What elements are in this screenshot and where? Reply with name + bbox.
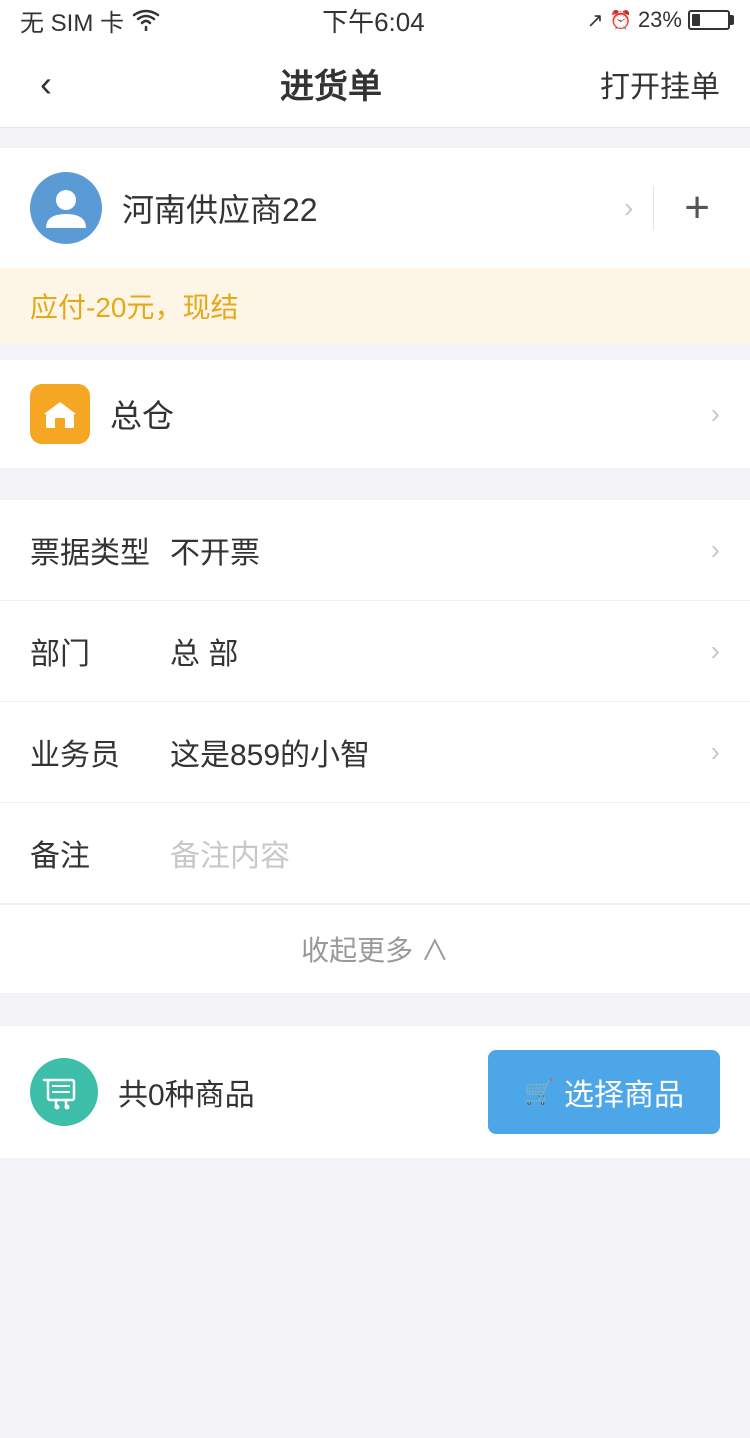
battery-indicator: [688, 10, 730, 30]
row-separator-2: [0, 468, 750, 484]
form-section: 票据类型 不开票 › 部门 总 部 › 业务员 这是859的小智 › 备注 备注…: [0, 500, 750, 993]
warehouse-row[interactable]: 总仓 ›: [0, 360, 750, 468]
salesperson-value: 这是859的小智: [170, 730, 711, 774]
salesperson-label: 业务员: [30, 730, 170, 774]
row-separator-3: [0, 993, 750, 1009]
warehouse-icon-wrap: [30, 384, 90, 444]
collapse-row[interactable]: 收起更多 ∧: [0, 904, 750, 993]
row-separator-1: [0, 344, 750, 360]
gray-fill-area: [0, 1158, 750, 1438]
back-button[interactable]: ‹: [30, 53, 62, 115]
warehouse-label: 总仓: [110, 391, 711, 437]
nav-bar: ‹ 进货单 打开挂单: [0, 40, 750, 128]
open-pending-button[interactable]: 打开挂单: [600, 62, 720, 106]
person-icon: [42, 184, 90, 232]
invoice-type-label: 票据类型: [30, 528, 170, 572]
supplier-chevron-icon: ›: [624, 192, 633, 224]
status-bar-left: 无 SIM 卡: [20, 3, 160, 38]
page-title: 进货单: [280, 59, 382, 108]
supplier-row[interactable]: 河南供应商22 › +: [0, 148, 750, 268]
product-count-label: 共0种商品: [118, 1070, 488, 1114]
supplier-avatar: [30, 172, 102, 244]
battery-percent: 23%: [638, 7, 682, 33]
salesperson-chevron-icon: ›: [711, 736, 720, 768]
department-label: 部门: [30, 629, 170, 673]
alarm-icon: ⏰: [610, 10, 632, 31]
status-bar: 无 SIM 卡 下午6:04 ↗ ⏰ 23%: [0, 0, 750, 40]
select-btn-label: 选择商品: [564, 1070, 684, 1114]
top-divider: [0, 128, 750, 148]
select-btn-icon: 🛒: [524, 1078, 554, 1107]
status-time: 下午6:04: [322, 2, 425, 39]
carrier-label: 无 SIM 卡: [20, 3, 124, 38]
department-chevron-icon: ›: [711, 635, 720, 667]
cart-icon: [42, 1070, 86, 1114]
remark-row[interactable]: 备注 备注内容: [0, 803, 750, 904]
status-bar-right: ↗ ⏰ 23%: [587, 7, 730, 33]
location-icon: ↗: [587, 8, 604, 33]
add-supplier-button[interactable]: +: [674, 183, 720, 233]
remark-label: 备注: [30, 831, 170, 875]
warehouse-chevron-icon: ›: [711, 398, 720, 430]
notice-text: 应付-20元，现结: [30, 292, 238, 323]
vertical-divider: [653, 186, 654, 230]
wifi-icon: [132, 9, 160, 31]
product-icon-wrap: [30, 1058, 98, 1126]
invoice-type-row[interactable]: 票据类型 不开票 ›: [0, 500, 750, 601]
select-product-button[interactable]: 🛒 选择商品: [488, 1050, 720, 1134]
invoice-type-value: 不开票: [170, 528, 711, 572]
notice-banner: 应付-20元，现结: [0, 268, 750, 344]
department-row[interactable]: 部门 总 部 ›: [0, 601, 750, 702]
department-value: 总 部: [170, 629, 711, 673]
salesperson-row[interactable]: 业务员 这是859的小智 ›: [0, 702, 750, 803]
supplier-name: 河南供应商22: [122, 185, 624, 231]
product-row: 共0种商品 🛒 选择商品: [0, 1025, 750, 1158]
collapse-label: 收起更多 ∧: [301, 935, 449, 966]
remark-placeholder[interactable]: 备注内容: [170, 831, 720, 875]
invoice-type-chevron-icon: ›: [711, 534, 720, 566]
warehouse-icon: [42, 396, 78, 432]
supplier-section: 河南供应商22 › + 应付-20元，现结: [0, 148, 750, 344]
